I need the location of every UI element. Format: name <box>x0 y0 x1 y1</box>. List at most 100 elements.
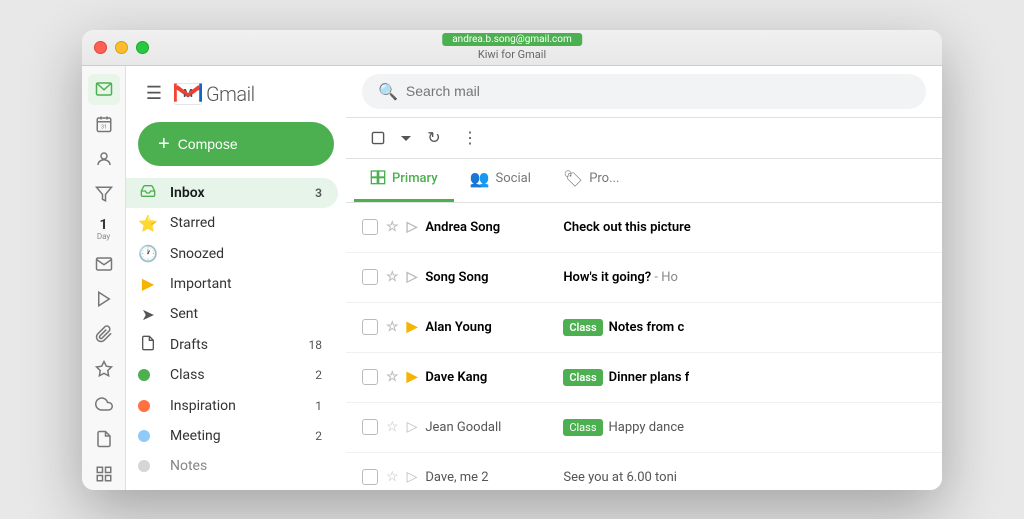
select-dropdown-button[interactable] <box>398 122 414 154</box>
svg-text:31: 31 <box>101 125 107 131</box>
star-icon[interactable]: ☆ <box>386 219 399 235</box>
star-icon[interactable]: ☆ <box>386 469 399 485</box>
important-marker-icon[interactable]: ▷ <box>407 469 418 485</box>
star-icon[interactable]: ☆ <box>386 419 399 435</box>
close-button[interactable] <box>94 41 107 54</box>
email-subject: Notes from c <box>609 320 685 335</box>
class-count: 2 <box>315 368 322 382</box>
important-marker-icon[interactable]: ▶ <box>407 369 418 385</box>
tab-primary[interactable]: Primary <box>354 159 454 202</box>
hamburger-menu[interactable]: ☰ <box>142 82 166 106</box>
email-row[interactable]: ☆ ▶ Alan Young Class Notes from c <box>346 303 942 353</box>
traffic-lights <box>94 41 149 54</box>
starred-icon: ⭐ <box>138 214 158 233</box>
star-icon[interactable]: ☆ <box>386 269 399 285</box>
email-checkbox[interactable] <box>362 219 378 235</box>
rail-star-icon[interactable] <box>88 354 120 385</box>
titlebar-center: andrea.b.song@gmail.com Kiwi for Gmail <box>442 33 582 61</box>
important-marker-icon[interactable]: ▷ <box>407 419 418 435</box>
gmail-label: Gmail <box>206 82 255 106</box>
email-row[interactable]: ☆ ▶ Dave Kang Class Dinner plans f <box>346 353 942 403</box>
rail-mail-icon[interactable] <box>88 74 120 105</box>
email-checkbox[interactable] <box>362 269 378 285</box>
email-checkbox[interactable] <box>362 469 378 485</box>
star-icon[interactable]: ☆ <box>386 369 399 385</box>
star-icon[interactable]: ☆ <box>386 319 399 335</box>
tab-promotions[interactable]: 🏷 Pro... <box>547 159 636 201</box>
sidebar-item-inbox[interactable]: Inbox 3 <box>126 178 338 208</box>
promo-tab-icon: 🏷 <box>563 169 583 188</box>
social-tab-label: Social <box>496 171 531 186</box>
sidebar-item-sent[interactable]: ➤ Sent <box>126 299 338 329</box>
notes-label: Notes <box>170 458 322 474</box>
compose-label: Compose <box>178 136 238 152</box>
gmail-logo: M Gmail <box>174 82 255 106</box>
primary-tab-label: Primary <box>392 171 438 186</box>
search-toolbar: 🔍 <box>346 66 942 118</box>
email-content: Class Happy dance <box>563 419 926 436</box>
email-subject: See you at 6.00 toni <box>563 470 677 485</box>
rail-contacts-icon[interactable] <box>88 144 120 175</box>
email-row[interactable]: ☆ ▷ Song Song How's it going? - Ho <box>346 253 942 303</box>
meeting-label: Meeting <box>170 428 303 444</box>
sent-label: Sent <box>170 306 322 322</box>
rail-cloud-icon[interactable] <box>88 389 120 420</box>
select-checkbox-button[interactable] <box>362 122 394 154</box>
email-row[interactable]: ☆ ▷ Andrea Song Check out this picture <box>346 203 942 253</box>
sidebar: ☰ <box>126 66 346 490</box>
maximize-button[interactable] <box>136 41 149 54</box>
app-body: 31 1 Day <box>82 66 942 490</box>
email-tag: Class <box>563 319 602 336</box>
rail-arrow-icon[interactable] <box>88 284 120 315</box>
sidebar-item-snoozed[interactable]: 🕐 Snoozed <box>126 238 338 268</box>
important-label: Important <box>170 276 322 292</box>
drafts-label: Drafts <box>170 337 297 353</box>
email-row[interactable]: ☆ ▷ Jean Goodall Class Happy dance <box>346 403 942 453</box>
email-subject: Happy dance <box>609 420 685 435</box>
compose-button[interactable]: + Compose <box>138 122 334 166</box>
sidebar-item-drafts[interactable]: Drafts 18 <box>126 330 338 360</box>
rail-attachment-icon[interactable] <box>88 319 120 350</box>
rail-grid-icon[interactable] <box>88 459 120 490</box>
email-sender: Alan Young <box>425 320 555 335</box>
rail-letter-icon[interactable] <box>88 249 120 280</box>
email-checkbox[interactable] <box>362 319 378 335</box>
sidebar-item-important[interactable]: ▶ Important <box>126 269 338 299</box>
email-content: How's it going? - Ho <box>563 270 926 285</box>
important-marker-icon[interactable]: ▷ <box>407 269 418 285</box>
search-bar[interactable]: 🔍 <box>362 74 926 109</box>
more-options-button[interactable]: ⋮ <box>454 122 486 154</box>
titlebar-appname: Kiwi for Gmail <box>478 48 546 61</box>
drafts-count: 18 <box>309 338 323 352</box>
email-checkbox[interactable] <box>362 419 378 435</box>
tab-social[interactable]: 👥 Social <box>454 159 547 201</box>
rail-filter-icon[interactable] <box>88 179 120 210</box>
rail-day-icon[interactable]: 1 Day <box>88 214 120 245</box>
email-row[interactable]: ☆ ▷ Dave, me 2 See you at 6.00 toni <box>346 453 942 490</box>
email-list: ☆ ▷ Andrea Song Check out this picture ☆… <box>346 203 942 490</box>
email-subject: How's it going? - Ho <box>563 270 678 285</box>
compose-plus-icon: + <box>158 134 170 154</box>
class-label: Class <box>170 367 303 383</box>
email-sender: Dave Kang <box>425 370 555 385</box>
sidebar-item-notes[interactable]: Notes <box>126 451 338 481</box>
important-marker-icon[interactable]: ▷ <box>407 219 418 235</box>
search-input[interactable] <box>406 83 910 99</box>
sidebar-item-meeting[interactable]: Meeting 2 <box>126 421 338 451</box>
meeting-dot-icon <box>138 430 158 442</box>
email-checkbox[interactable] <box>362 369 378 385</box>
refresh-button[interactable]: ↻ <box>418 122 450 154</box>
sidebar-item-class[interactable]: Class 2 <box>126 360 338 390</box>
rail-doc-icon[interactable] <box>88 424 120 455</box>
minimize-button[interactable] <box>115 41 128 54</box>
gmail-m-icon: M <box>174 82 202 106</box>
tabs-bar: Primary 👥 Social 🏷 Pro... <box>346 159 942 203</box>
rail-calendar-icon[interactable]: 31 <box>88 109 120 140</box>
important-marker-icon[interactable]: ▶ <box>407 319 418 335</box>
inspiration-dot-icon <box>138 400 158 412</box>
sidebar-item-starred[interactable]: ⭐ Starred <box>126 208 338 238</box>
snoozed-icon: 🕐 <box>138 244 158 263</box>
email-sender: Andrea Song <box>425 220 555 235</box>
titlebar: andrea.b.song@gmail.com Kiwi for Gmail <box>82 30 942 66</box>
sidebar-item-inspiration[interactable]: Inspiration 1 <box>126 390 338 420</box>
